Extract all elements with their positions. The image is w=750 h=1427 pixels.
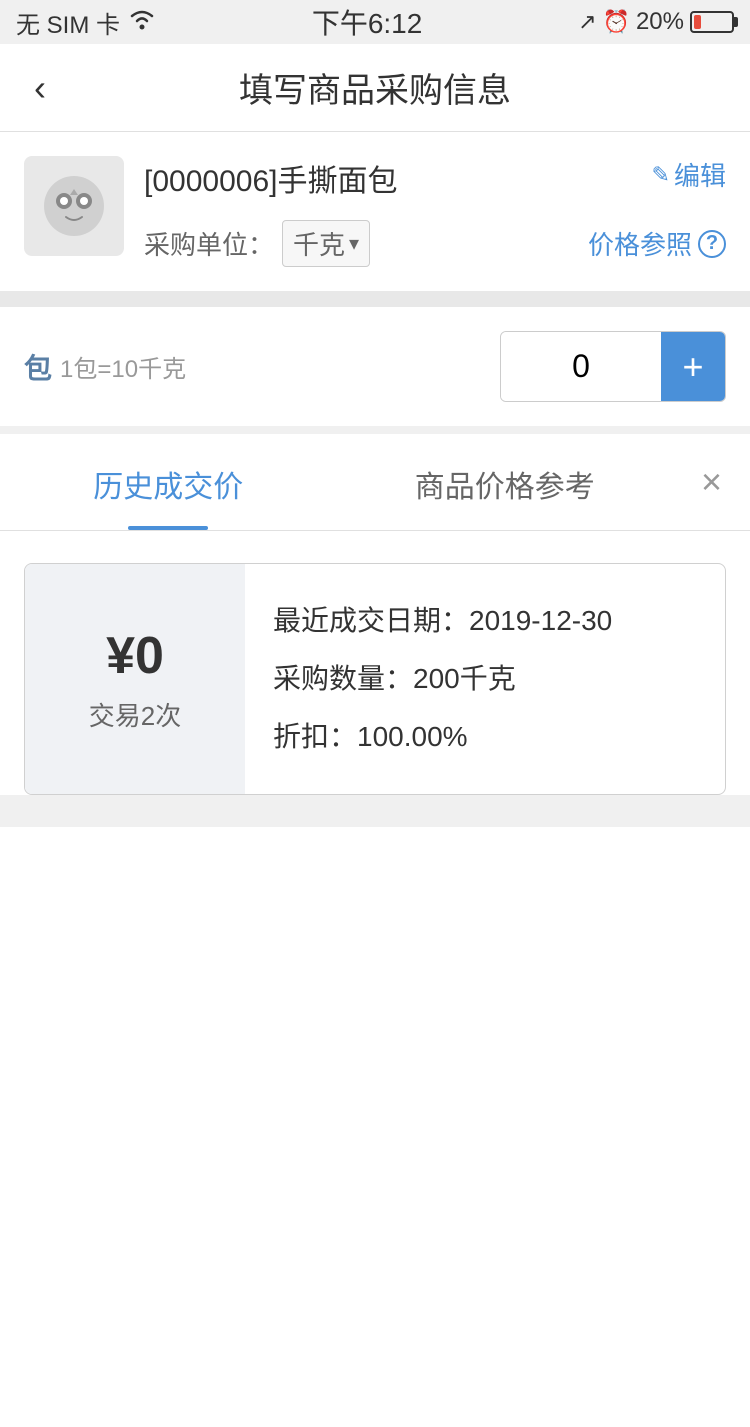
battery-icon [690,11,734,33]
tab-price-ref[interactable]: 商品价格参考 [336,434,672,530]
history-card-right: 最近成交日期：2019-12-30 采购数量：200千克 折扣：100.00% [245,564,725,794]
tab-history-price[interactable]: 历史成交价 [0,434,336,530]
back-button[interactable]: ‹ [24,57,56,119]
page-title: 填写商品采购信息 [239,63,511,112]
price-ref-button[interactable]: 价格参照 ? [588,225,726,262]
product-header: [0000006]手撕面包 ✎ 编辑 [144,156,726,200]
pkg-conversion: 1包=10千克 [60,349,186,384]
product-unit-row: 采购单位： 千克 ▾ 价格参照 ? [144,220,726,267]
product-section: [0000006]手撕面包 ✎ 编辑 采购单位： 千克 ▾ 价格参照 ? [0,132,750,291]
battery-pct: 20% [636,8,684,36]
quantity-plus-button[interactable]: + [661,332,725,401]
tabs-close-button[interactable]: × [673,461,750,503]
qty-row: 采购数量：200千克 [273,658,697,700]
history-card-left: ¥0 交易2次 [25,564,245,794]
unit-label: 采购单位： 千克 ▾ [144,220,370,267]
help-icon: ? [698,230,726,258]
trade-count: 交易2次 [89,696,181,733]
history-price: ¥0 [106,626,164,686]
status-bar: 无 SIM 卡 下午6:12 ↗ ⏰ 20% [0,0,750,44]
tabs-header: 历史成交价 商品价格参考 × [0,434,750,531]
unit-select[interactable]: 千克 ▾ [282,220,370,267]
quantity-input[interactable] [501,332,661,401]
empty-content-area [0,827,750,1427]
product-image [24,156,124,256]
alarm-icon: ⏰ [603,9,630,35]
quantity-row: 包 1包=10千克 + [0,307,750,426]
product-info: [0000006]手撕面包 ✎ 编辑 采购单位： 千克 ▾ 价格参照 ? [144,156,726,267]
sim-label: 无 SIM 卡 [16,5,120,40]
edit-icon: ✎ [652,162,670,188]
section-divider [0,291,750,307]
dropdown-arrow-icon: ▾ [349,231,359,256]
status-time: 下午6:12 [312,2,423,42]
history-card: ¥0 交易2次 最近成交日期：2019-12-30 采购数量：200千克 折扣：… [24,563,726,795]
pkg-label: 包 1包=10千克 [24,347,186,387]
status-left: 无 SIM 卡 [16,5,156,40]
status-right: ↗ ⏰ 20% [578,8,734,36]
wifi-icon [128,8,156,37]
quantity-control: + [500,331,726,402]
nav-bar: ‹ 填写商品采购信息 [0,44,750,132]
tabs-section: 历史成交价 商品价格参考 × ¥0 交易2次 最近成交日期：2019-12-30… [0,434,750,795]
product-name: [0000006]手撕面包 [144,156,397,200]
discount-row: 折扣：100.00% [273,716,697,758]
location-icon: ↗ [578,9,596,35]
edit-button[interactable]: ✎ 编辑 [652,156,726,193]
product-thumbnail [39,171,109,241]
pkg-icon: 包 [24,347,52,387]
recent-date-row: 最近成交日期：2019-12-30 [273,600,697,642]
